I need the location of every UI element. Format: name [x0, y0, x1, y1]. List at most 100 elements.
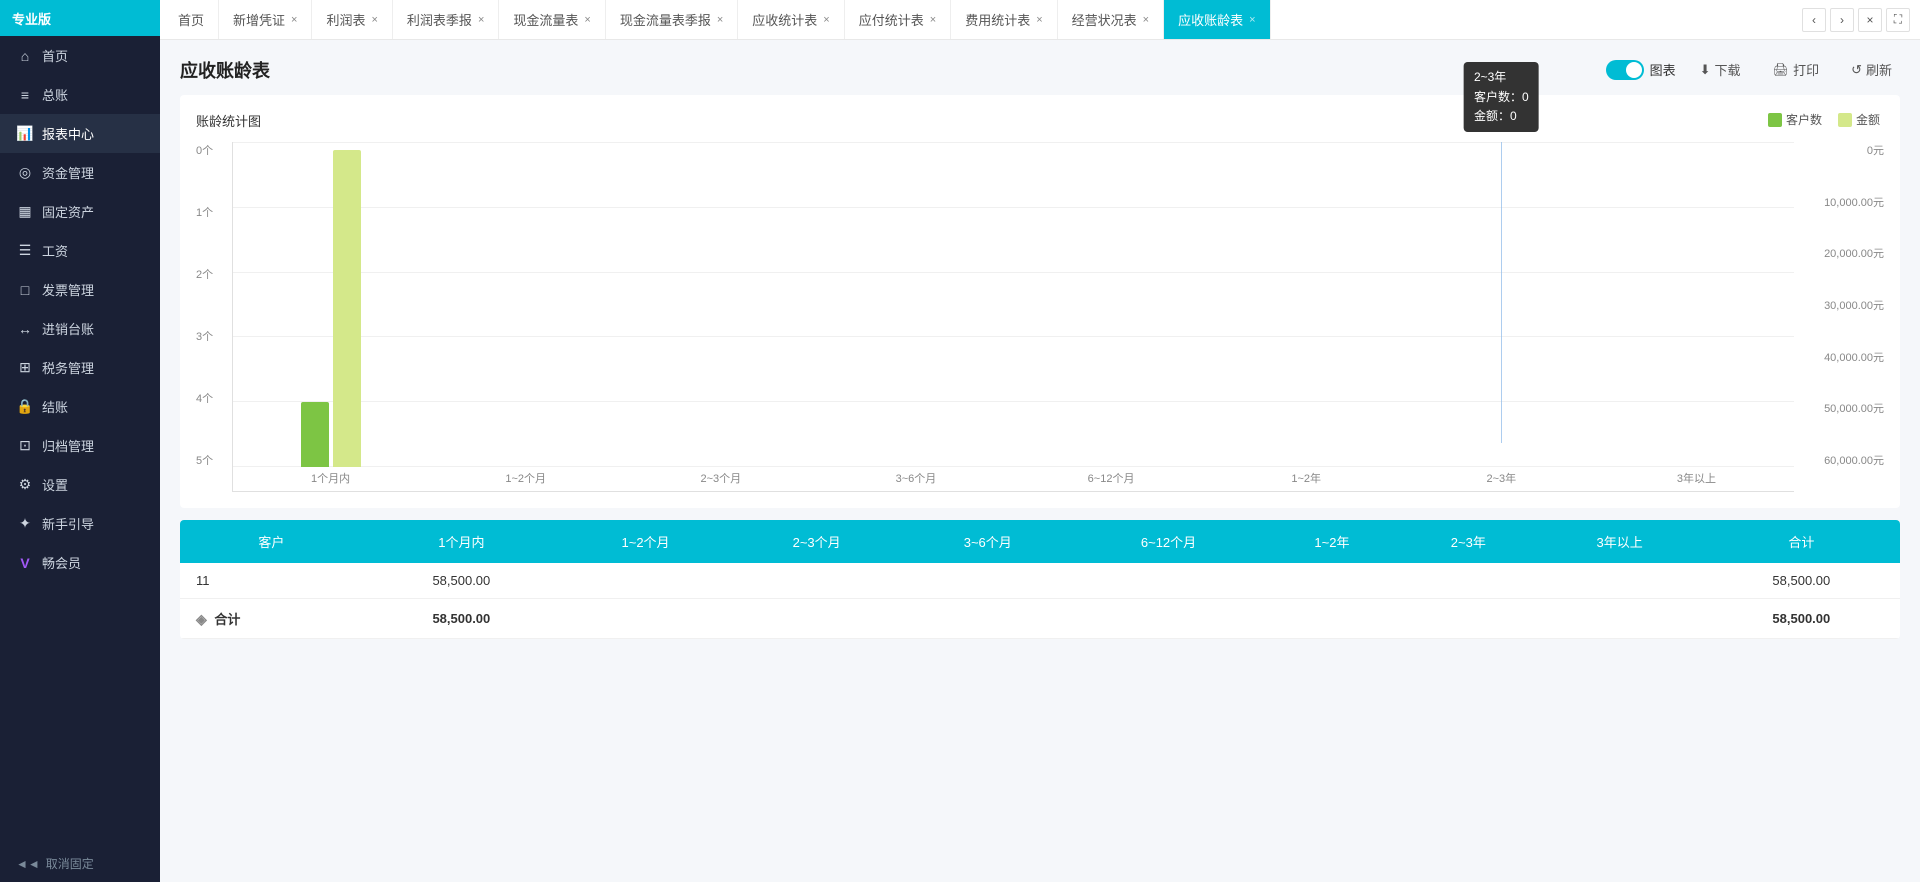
- legend-amount-label: 金额: [1856, 111, 1880, 128]
- sidebar-item-salary[interactable]: ☰ 工资: [0, 231, 160, 270]
- sidebar-label-vip: 畅会员: [42, 553, 81, 572]
- bar-group-0[interactable]: [233, 142, 428, 467]
- tab-voucher-label: 新增凭证: [233, 10, 285, 29]
- col-header-2-3y: 2~3年: [1400, 520, 1536, 563]
- total-col7: [1400, 599, 1536, 639]
- tab-profit-quarterly-close[interactable]: ×: [478, 14, 484, 26]
- download-label: 下载: [1715, 60, 1741, 79]
- row-col2: [560, 563, 731, 599]
- chart-toggle[interactable]: [1606, 60, 1644, 80]
- col-header-3y-plus: 3年以上: [1536, 520, 1702, 563]
- sidebar-item-asset[interactable]: ▦ 固定资产: [0, 192, 160, 231]
- tab-cashflow-quarterly-close[interactable]: ×: [717, 14, 723, 26]
- table-total-row: ◈ 合计 58,500.00 58,500.00: [180, 599, 1900, 639]
- legend-customer: 客户数: [1768, 111, 1822, 128]
- print-label: 打印: [1793, 60, 1819, 79]
- tab-expense-stat-label: 费用统计表: [965, 10, 1030, 29]
- sidebar-label-settings: 设置: [42, 475, 68, 494]
- tab-expense-stat[interactable]: 费用统计表 ×: [951, 0, 1057, 39]
- sidebar-label-purchase: 进销台账: [42, 319, 94, 338]
- tab-profit-quarterly[interactable]: 利润表季报 ×: [393, 0, 499, 39]
- tab-operation-stat-close[interactable]: ×: [1143, 14, 1149, 26]
- chart-tooltip: 2~3年 客户数：0 金额：0: [1464, 62, 1539, 132]
- total-col1: 58,500.00: [363, 599, 560, 639]
- tooltip-amount-row: 金额：0: [1474, 107, 1529, 126]
- data-table-wrap: 客户 1个月内 1~2个月 2~3个月 3~6个月 6~12个月 1~2年 2~…: [180, 520, 1900, 639]
- print-button[interactable]: 🖨 打印: [1765, 56, 1828, 83]
- x-label-5: 1~2年: [1209, 467, 1404, 491]
- refresh-button[interactable]: ↺ 刷新: [1843, 56, 1900, 83]
- tab-cashflow-label: 现金流量表: [513, 10, 578, 29]
- sidebar-label-ledger: 总账: [42, 85, 68, 104]
- sidebar-item-home[interactable]: ⌂ 首页: [0, 36, 160, 75]
- legend-amount: 金额: [1838, 111, 1880, 128]
- row-col6: [1264, 563, 1400, 599]
- total-col2: [560, 599, 731, 639]
- tab-profit-close[interactable]: ×: [371, 14, 377, 26]
- tab-payable-stat[interactable]: 应付统计表 ×: [845, 0, 951, 39]
- bar-group-3[interactable]: [818, 142, 1013, 467]
- tab-aging[interactable]: 应收账龄表 ×: [1164, 0, 1270, 39]
- col-header-total: 合计: [1703, 520, 1900, 563]
- sidebar-item-report[interactable]: 📊 报表中心: [0, 114, 160, 153]
- tab-receivable-stat[interactable]: 应收统计表 ×: [738, 0, 844, 39]
- sidebar-unpin-button[interactable]: ◄◄ 取消固定: [0, 845, 160, 882]
- tab-aging-close[interactable]: ×: [1249, 14, 1255, 26]
- sidebar-item-tax[interactable]: ⊞ 税务管理: [0, 348, 160, 387]
- tab-home[interactable]: 首页: [164, 0, 219, 39]
- total-label: 合计: [214, 612, 240, 627]
- sidebar-item-vip[interactable]: V 畅会员: [0, 543, 160, 582]
- tab-profit[interactable]: 利润表 ×: [312, 0, 392, 39]
- tab-payable-stat-label: 应付统计表: [859, 10, 924, 29]
- sidebar-item-guide[interactable]: ✦ 新手引导: [0, 504, 160, 543]
- tab-next-button[interactable]: ›: [1830, 8, 1854, 32]
- bar-group-1[interactable]: [428, 142, 623, 467]
- sidebar-item-closing[interactable]: 🔒 结账: [0, 387, 160, 426]
- sidebar-item-ledger[interactable]: ≡ 总账: [0, 75, 160, 114]
- tab-maximize-button[interactable]: ⛶: [1886, 8, 1910, 32]
- tab-receivable-stat-close[interactable]: ×: [823, 14, 829, 26]
- total-col8: [1536, 599, 1702, 639]
- col-header-customer: 客户: [180, 520, 363, 563]
- sidebar-item-fund[interactable]: ◎ 资金管理: [0, 153, 160, 192]
- tab-payable-stat-close[interactable]: ×: [930, 14, 936, 26]
- total-col5: [1073, 599, 1263, 639]
- tab-expense-stat-close[interactable]: ×: [1036, 14, 1042, 26]
- tab-close-all-button[interactable]: ×: [1858, 8, 1882, 32]
- bar-group-5[interactable]: [1209, 142, 1404, 467]
- fund-icon: ◎: [16, 164, 34, 181]
- tab-operation-stat[interactable]: 经营状况表 ×: [1058, 0, 1164, 39]
- bar-group-7[interactable]: [1599, 142, 1794, 467]
- bar-group-2[interactable]: [623, 142, 818, 467]
- content-area: 应收账龄表 图表 ⬇ 下载 🖨 打印 ↺ 刷新: [160, 40, 1920, 882]
- bar-group-6[interactable]: 2~3年 客户数：0 金额：0: [1404, 142, 1599, 467]
- sidebar-item-purchase[interactable]: ↔ 进销台账: [0, 309, 160, 348]
- tab-prev-button[interactable]: ‹: [1802, 8, 1826, 32]
- sidebar-item-archive[interactable]: ⊡ 归档管理: [0, 426, 160, 465]
- tab-cashflow-quarterly-label: 现金流量表季报: [620, 10, 711, 29]
- x-label-4: 6~12个月: [1014, 467, 1209, 491]
- tooltip-customer-value: 0: [1522, 90, 1529, 104]
- tab-cashflow-quarterly[interactable]: 现金流量表季报 ×: [606, 0, 738, 39]
- sidebar-item-invoice[interactable]: □ 发票管理: [0, 270, 160, 309]
- tab-voucher[interactable]: 新增凭证 ×: [219, 0, 312, 39]
- bar-group-4[interactable]: [1014, 142, 1209, 467]
- download-button[interactable]: ⬇ 下载: [1692, 56, 1749, 83]
- page-header: 应收账龄表 图表 ⬇ 下载 🖨 打印 ↺ 刷新: [180, 56, 1900, 83]
- col-header-6-12m: 6~12个月: [1073, 520, 1263, 563]
- total-row-icon: ◈: [196, 611, 207, 627]
- col-header-1-2y: 1~2年: [1264, 520, 1400, 563]
- tab-home-label: 首页: [178, 10, 204, 29]
- chart-area: 5个 4个 3个 2个 1个 0个: [196, 142, 1884, 492]
- header-actions: 图表 ⬇ 下载 🖨 打印 ↺ 刷新: [1606, 56, 1900, 83]
- download-icon: ⬇: [1700, 62, 1711, 78]
- sidebar-label-fund: 资金管理: [42, 163, 94, 182]
- tab-cashflow-close[interactable]: ×: [584, 14, 590, 26]
- tab-cashflow[interactable]: 现金流量表 ×: [499, 0, 605, 39]
- sidebar-item-settings[interactable]: ⚙ 设置: [0, 465, 160, 504]
- tooltip-customer-label: 客户数: [1474, 90, 1510, 104]
- tooltip-line: [1501, 142, 1502, 443]
- legend-customer-label: 客户数: [1786, 111, 1822, 128]
- chart-toggle-label: 图表: [1650, 60, 1676, 79]
- tab-voucher-close[interactable]: ×: [291, 14, 297, 26]
